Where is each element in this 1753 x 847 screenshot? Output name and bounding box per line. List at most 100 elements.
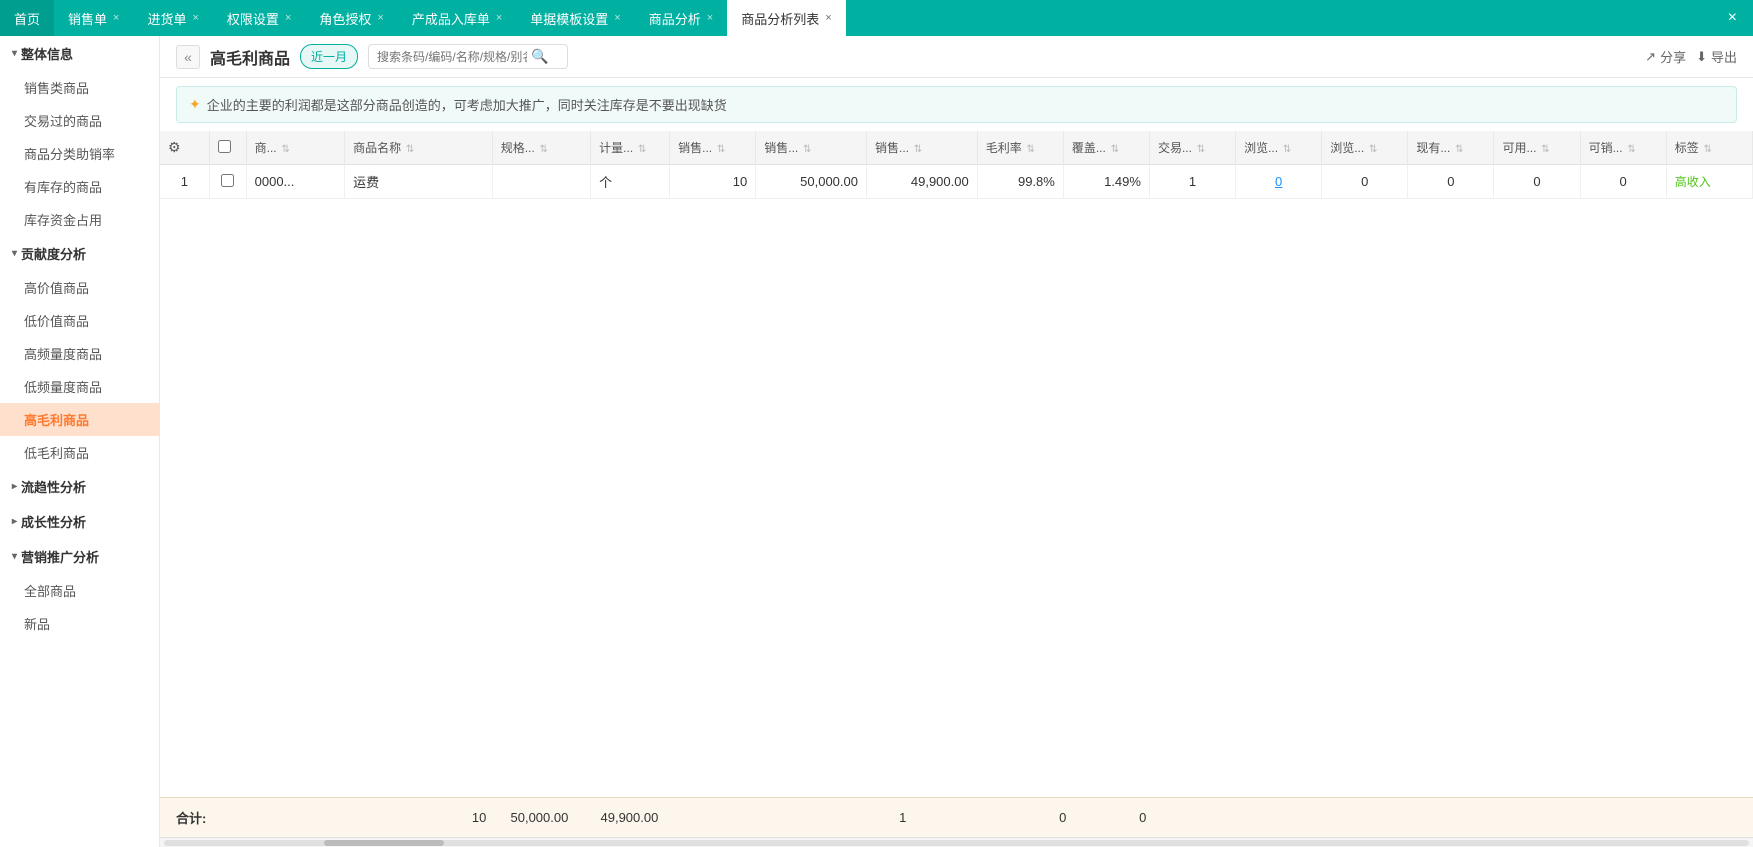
nav-item-首页[interactable]: 首页	[0, 0, 54, 36]
total-current: 0	[1066, 810, 1146, 825]
sidebar-item-低价值商品[interactable]: 低价值商品	[0, 304, 159, 337]
sidebar-item-高毛利商品[interactable]: 高毛利商品	[0, 403, 159, 436]
row-coverage: 1.49%	[1063, 165, 1149, 199]
nav-close-icon[interactable]: ×	[496, 12, 502, 24]
scroll-track	[164, 840, 1749, 846]
main-layout: ▾整体信息销售类商品交易过的商品商品分类助销率有库存的商品库存资金占用▾贡献度分…	[0, 36, 1753, 847]
sidebar-group-整体信息[interactable]: ▾整体信息	[0, 36, 159, 71]
sort-icon-12: ⇅	[1280, 144, 1291, 155]
nav-item-单据模板设置[interactable]: 单据模板设置×	[516, 0, 634, 36]
col-header-12[interactable]: 浏览... ⇅	[1236, 131, 1322, 165]
nav-item-进货单[interactable]: 进货单×	[133, 0, 212, 36]
sidebar-item-交易过的商品[interactable]: 交易过的商品	[0, 104, 159, 137]
total-label: 合计:	[176, 808, 206, 827]
nav-close-icon[interactable]: ×	[614, 12, 620, 24]
nav-close-icon[interactable]: ×	[377, 12, 383, 24]
sidebar-item-全部商品[interactable]: 全部商品	[0, 574, 159, 607]
nav-close-icon[interactable]: ×	[825, 12, 831, 24]
col-header-8[interactable]: 销售... ⇅	[866, 131, 977, 165]
row-tag: 高收入	[1666, 165, 1752, 199]
search-icon[interactable]: 🔍	[531, 48, 548, 65]
settings-icon[interactable]: ⚙	[168, 139, 181, 155]
sidebar: ▾整体信息销售类商品交易过的商品商品分类助销率有库存的商品库存资金占用▾贡献度分…	[0, 36, 160, 847]
export-label: 导出	[1711, 47, 1737, 66]
sidebar-group-贡献度分析[interactable]: ▾贡献度分析	[0, 236, 159, 271]
sort-icon-7: ⇅	[800, 144, 811, 155]
col-header-6[interactable]: 销售... ⇅	[670, 131, 756, 165]
nav-item-产成品入库单[interactable]: 产成品入库单×	[398, 0, 516, 36]
sidebar-item-高价值商品[interactable]: 高价值商品	[0, 271, 159, 304]
sidebar-group-营销推广分析[interactable]: ▾营销推广分析	[0, 539, 159, 574]
row-sales1: 10	[670, 165, 756, 199]
horizontal-scrollbar[interactable]	[160, 837, 1753, 847]
sort-icon-5: ⇅	[635, 144, 646, 155]
sort-icon-15: ⇅	[1538, 144, 1549, 155]
col-header-14[interactable]: 现有... ⇅	[1408, 131, 1494, 165]
row-browse1[interactable]: 0	[1236, 165, 1322, 199]
sidebar-item-低频量度商品[interactable]: 低频量度商品	[0, 370, 159, 403]
sidebar-item-有库存的商品[interactable]: 有库存的商品	[0, 170, 159, 203]
content-area: « 高毛利商品 近一月 🔍 ↗ 分享 ⬇ 导出 ✦ 企业的主要的利润都是这部	[160, 36, 1753, 847]
sidebar-group-成长性分析[interactable]: ▸成长性分析	[0, 504, 159, 539]
data-table-wrap: ⚙商... ⇅商品名称 ⇅规格... ⇅计量... ⇅销售... ⇅销售... …	[160, 131, 1753, 797]
sidebar-item-商品分类助销率[interactable]: 商品分类助销率	[0, 137, 159, 170]
col-header-11[interactable]: 交易... ⇅	[1149, 131, 1235, 165]
sidebar-item-库存资金占用[interactable]: 库存资金占用	[0, 203, 159, 236]
window-close-button[interactable]: ×	[1712, 0, 1753, 36]
row-sales3: 49,900.00	[866, 165, 977, 199]
content-header: « 高毛利商品 近一月 🔍 ↗ 分享 ⬇ 导出	[160, 36, 1753, 78]
chevron-icon: ▾	[12, 551, 17, 562]
scroll-thumb[interactable]	[324, 840, 444, 846]
col-header-3[interactable]: 商品名称 ⇅	[345, 131, 493, 165]
nav-item-商品分析列表[interactable]: 商品分析列表×	[727, 0, 845, 36]
sort-icon-2: ⇅	[279, 144, 290, 155]
nav-close-icon[interactable]: ×	[707, 12, 713, 24]
search-input[interactable]	[377, 50, 527, 64]
browse1-link[interactable]: 0	[1275, 174, 1282, 189]
sort-icon-6: ⇅	[714, 144, 725, 155]
row-transactions: 1	[1149, 165, 1235, 199]
export-icon: ⬇	[1696, 49, 1707, 65]
col-header-13[interactable]: 浏览... ⇅	[1322, 131, 1408, 165]
row-checkbox[interactable]	[209, 165, 246, 199]
row-select-checkbox[interactable]	[221, 174, 234, 187]
nav-close-icon[interactable]: ×	[285, 12, 291, 24]
sidebar-item-高频量度商品[interactable]: 高频量度商品	[0, 337, 159, 370]
nav-item-商品分析[interactable]: 商品分析×	[635, 0, 727, 36]
info-bar: ✦ 企业的主要的利润都是这部分商品创造的，可考虑加大推广，同时关注库存是不要出现…	[176, 86, 1737, 123]
nav-item-权限设置[interactable]: 权限设置×	[213, 0, 305, 36]
table-row: 10000...运费个1050,000.0049,900.0099.8%1.49…	[160, 165, 1753, 199]
col-header-16[interactable]: 可销... ⇅	[1580, 131, 1666, 165]
collapse-sidebar-button[interactable]: «	[176, 45, 200, 69]
sort-icon-3: ⇅	[403, 144, 414, 155]
sidebar-item-销售类商品[interactable]: 销售类商品	[0, 71, 159, 104]
info-text: 企业的主要的利润都是这部分商品创造的，可考虑加大推广，同时关注库存是不要出现缺货	[207, 95, 727, 114]
sidebar-item-低毛利商品[interactable]: 低毛利商品	[0, 436, 159, 469]
nav-item-销售单[interactable]: 销售单×	[54, 0, 133, 36]
sort-icon-14: ⇅	[1452, 144, 1463, 155]
page-title: 高毛利商品	[210, 45, 290, 69]
sort-icon-9: ⇅	[1024, 144, 1035, 155]
nav-close-icon[interactable]: ×	[113, 12, 119, 24]
col-header-9[interactable]: 毛利率 ⇅	[977, 131, 1063, 165]
row-current: 0	[1408, 165, 1494, 199]
nav-close-icon[interactable]: ×	[192, 12, 198, 24]
col-header-7[interactable]: 销售... ⇅	[756, 131, 867, 165]
col-header-2[interactable]: 商... ⇅	[246, 131, 344, 165]
col-header-4[interactable]: 规格... ⇅	[492, 131, 590, 165]
col-header-17[interactable]: 标签 ⇅	[1666, 131, 1752, 165]
col-header-15[interactable]: 可用... ⇅	[1494, 131, 1580, 165]
col-header-10[interactable]: 覆盖... ⇅	[1063, 131, 1149, 165]
sidebar-item-新品[interactable]: 新品	[0, 607, 159, 640]
footer-total: 合计: 10 50,000.00 49,900.00 1 0 0	[160, 797, 1753, 837]
export-button[interactable]: ⬇ 导出	[1696, 47, 1737, 66]
col-header-5[interactable]: 计量... ⇅	[591, 131, 670, 165]
filter-recent-month-button[interactable]: 近一月	[300, 44, 358, 69]
share-button[interactable]: ↗ 分享	[1645, 47, 1686, 66]
select-all-checkbox[interactable]	[218, 140, 231, 153]
data-table: ⚙商... ⇅商品名称 ⇅规格... ⇅计量... ⇅销售... ⇅销售... …	[160, 131, 1753, 199]
col-header-1[interactable]	[209, 131, 246, 165]
nav-item-角色授权[interactable]: 角色授权×	[305, 0, 397, 36]
sidebar-group-流趋性分析[interactable]: ▸流趋性分析	[0, 469, 159, 504]
col-header-0[interactable]: ⚙	[160, 131, 209, 165]
